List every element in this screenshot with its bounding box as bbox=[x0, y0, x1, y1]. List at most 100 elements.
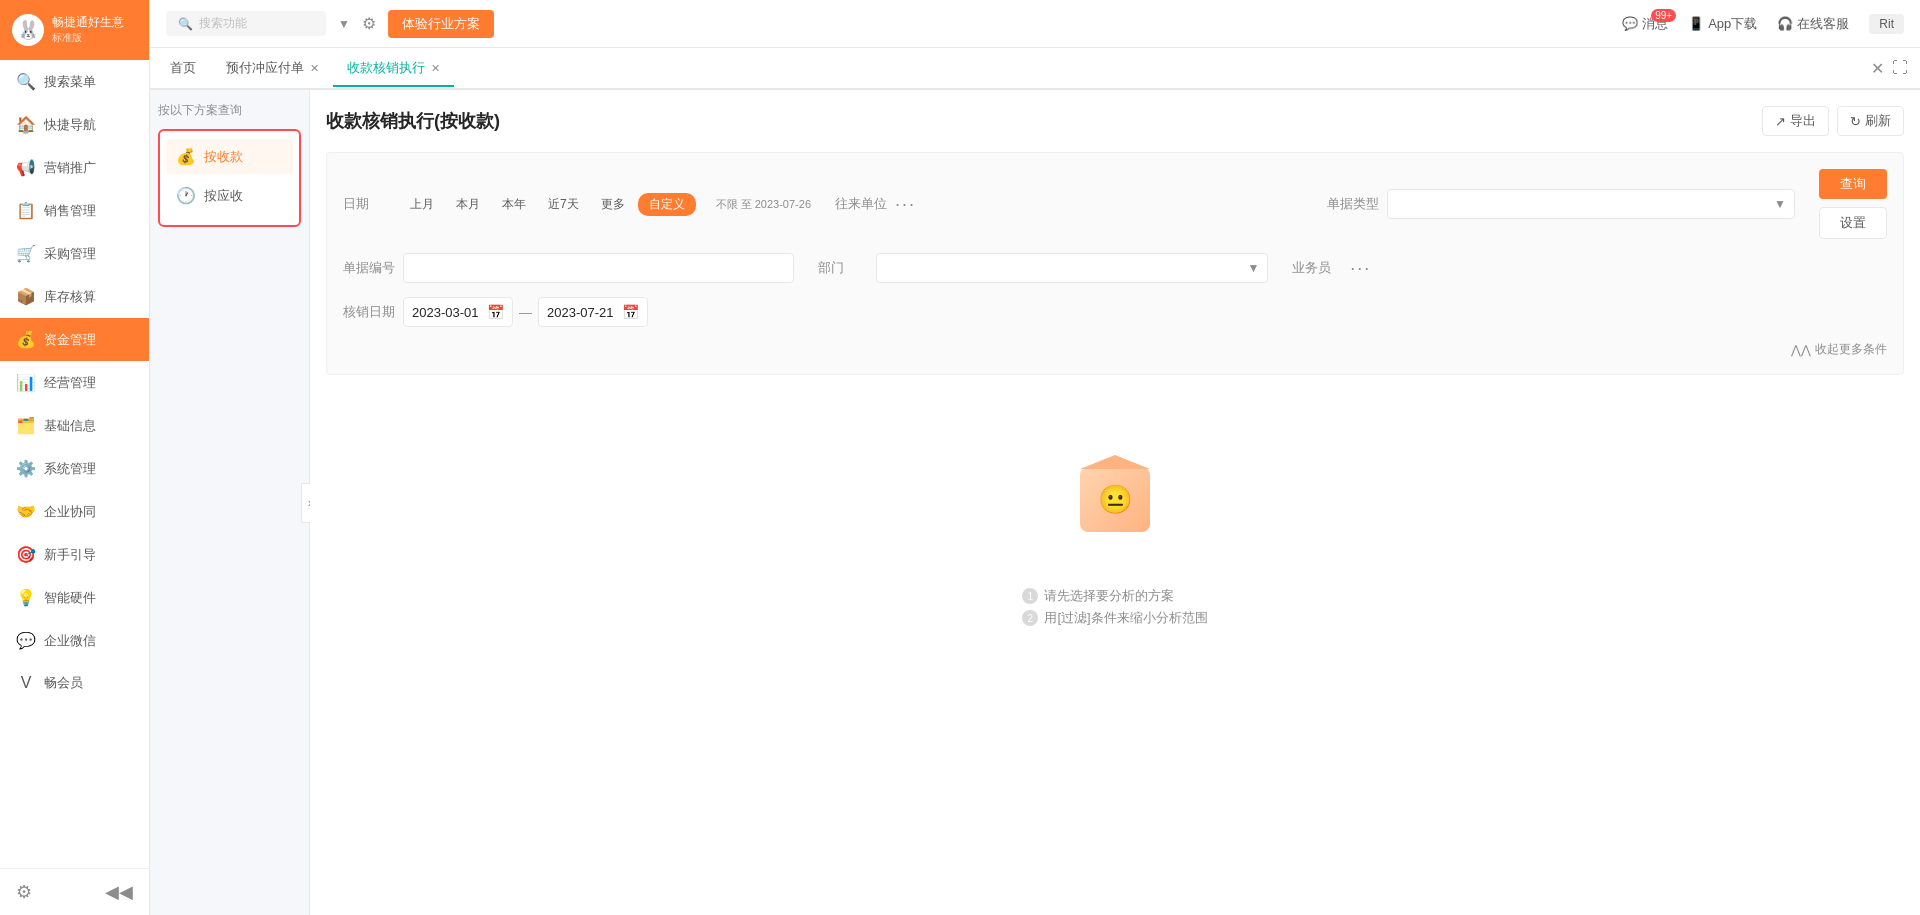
staff-dots[interactable]: ··· bbox=[1350, 258, 1371, 279]
close-tab-icon[interactable]: ✕ bbox=[1871, 59, 1884, 78]
staff-field: 业务员 ··· bbox=[1292, 258, 1743, 279]
query-button[interactable]: 查询 bbox=[1819, 169, 1887, 199]
page-header: 收款核销执行(按收款) ↗ 导出 ↻ 刷新 bbox=[326, 106, 1904, 136]
date-btn-this-year[interactable]: 本年 bbox=[493, 193, 535, 216]
sidebar-footer: ⚙ ◀◀ bbox=[0, 868, 149, 915]
sidebar-item-5[interactable]: 📦库存核算 bbox=[0, 275, 149, 318]
verify-date-range: 2023-03-01 📅 — 2023-07-21 📅 bbox=[403, 297, 648, 327]
nav-icon-11: 🎯 bbox=[16, 545, 36, 564]
verify-date-start-input[interactable]: 2023-03-01 📅 bbox=[403, 297, 513, 327]
refresh-button[interactable]: ↻ 刷新 bbox=[1837, 106, 1904, 136]
app-download-button[interactable]: 📱 App下载 bbox=[1688, 15, 1757, 33]
sidebar-item-4[interactable]: 🛒采购管理 bbox=[0, 232, 149, 275]
filter-option-by-receivable[interactable]: 🕐 按应收 bbox=[166, 178, 293, 213]
tab-prepay-close[interactable]: ✕ bbox=[310, 62, 319, 75]
empty-illustration: 😐 bbox=[1065, 467, 1165, 567]
nav-label-6: 资金管理 bbox=[44, 331, 96, 349]
bill-no-label: 单据编号 bbox=[343, 259, 395, 277]
nav-icon-12: 💡 bbox=[16, 588, 36, 607]
dept-select[interactable]: ▼ bbox=[876, 253, 1269, 283]
hint-text-2: 用[过滤]条件来缩小分析范围 bbox=[1044, 609, 1207, 627]
counterpart-field: 往来单位 ··· bbox=[835, 194, 1303, 215]
filter-row-1: 日期 上月 本月 本年 近7天 更多 自定义 不限 至 2023-07-26 bbox=[343, 169, 1887, 239]
sidebar-item-8[interactable]: 🗂️基础信息 bbox=[0, 404, 149, 447]
setting-button[interactable]: 设置 bbox=[1819, 207, 1887, 239]
empty-hint-2: 2 用[过滤]条件来缩小分析范围 bbox=[1022, 609, 1207, 627]
date-btn-more[interactable]: 更多 bbox=[592, 193, 634, 216]
message-button[interactable]: 💬 消息 99+ bbox=[1622, 15, 1668, 33]
bill-type-select[interactable]: ▼ bbox=[1387, 189, 1795, 219]
nav-label-1: 快捷导航 bbox=[44, 116, 96, 134]
expand-tab-icon[interactable]: ⛶ bbox=[1892, 59, 1908, 77]
solution-button[interactable]: 体验行业方案 bbox=[388, 10, 494, 38]
user-button[interactable]: Rit bbox=[1869, 14, 1904, 34]
verify-date-end-input[interactable]: 2023-07-21 📅 bbox=[538, 297, 648, 327]
receivable-option-icon: 🕐 bbox=[176, 186, 196, 205]
sidebar-item-3[interactable]: 📋销售管理 bbox=[0, 189, 149, 232]
export-button[interactable]: ↗ 导出 bbox=[1762, 106, 1829, 136]
app-download-label: App下载 bbox=[1708, 15, 1757, 33]
nav-label-3: 销售管理 bbox=[44, 202, 96, 220]
sidebar-item-9[interactable]: ⚙️系统管理 bbox=[0, 447, 149, 490]
filter-option-by-receipt[interactable]: 💰 按收款 bbox=[166, 139, 293, 174]
service-label: 在线客服 bbox=[1797, 15, 1849, 33]
nav-list: 🔍搜索菜单🏠快捷导航📢营销推广📋销售管理🛒采购管理📦库存核算💰资金管理📊经营管理… bbox=[0, 60, 149, 868]
sidebar-item-13[interactable]: 💬企业微信 bbox=[0, 619, 149, 662]
logo-icon: 🐰 bbox=[12, 14, 44, 46]
sidebar-item-2[interactable]: 📢营销推广 bbox=[0, 146, 149, 189]
filter-panel-title: 按以下方案查询 bbox=[158, 102, 301, 119]
sidebar-item-11[interactable]: 🎯新手引导 bbox=[0, 533, 149, 576]
top-search[interactable]: 🔍 搜索功能 bbox=[166, 11, 326, 36]
sidebar-item-10[interactable]: 🤝企业协同 bbox=[0, 490, 149, 533]
settings-icon[interactable]: ⚙ bbox=[16, 881, 32, 903]
date-btn-custom[interactable]: 自定义 bbox=[638, 193, 696, 216]
receipt-option-icon: 💰 bbox=[176, 147, 196, 166]
nav-label-14: 畅会员 bbox=[44, 674, 83, 692]
app-name: 畅捷通好生意 bbox=[52, 15, 124, 31]
counterpart-dots[interactable]: ··· bbox=[895, 194, 916, 215]
collapse-up-icon: ⋀⋀ bbox=[1791, 343, 1811, 357]
phone-icon: 📱 bbox=[1688, 16, 1704, 31]
date-field: 日期 上月 本月 本年 近7天 更多 自定义 不限 至 2023-07-26 bbox=[343, 193, 811, 216]
message-icon: 💬 bbox=[1622, 16, 1638, 31]
gear-icon[interactable]: ⚙ bbox=[362, 14, 376, 33]
search-placeholder: 搜索功能 bbox=[199, 15, 247, 32]
sidebar: 🐰 畅捷通好生意 标准版 🔍搜索菜单🏠快捷导航📢营销推广📋销售管理🛒采购管理📦库… bbox=[0, 0, 150, 915]
verify-end-value: 2023-07-21 bbox=[547, 305, 614, 320]
sidebar-item-0[interactable]: 🔍搜索菜单 bbox=[0, 60, 149, 103]
collapse-more-button[interactable]: ⋀⋀ 收起更多条件 bbox=[343, 341, 1887, 358]
sidebar-item-12[interactable]: 💡智能硬件 bbox=[0, 576, 149, 619]
verify-start-value: 2023-03-01 bbox=[412, 305, 479, 320]
collapse-more-label: 收起更多条件 bbox=[1815, 341, 1887, 358]
nav-icon-8: 🗂️ bbox=[16, 416, 36, 435]
logo-text-block: 畅捷通好生意 标准版 bbox=[52, 15, 124, 45]
empty-box-shape: 😐 bbox=[1080, 467, 1150, 532]
date-btn-this-month[interactable]: 本月 bbox=[447, 193, 489, 216]
page-title: 收款核销执行(按收款) bbox=[326, 109, 500, 133]
empty-text-block: 1 请先选择要分析的方案 2 用[过滤]条件来缩小分析范围 bbox=[1022, 587, 1207, 631]
bill-no-input[interactable] bbox=[403, 253, 794, 283]
tab-home[interactable]: 首页 bbox=[154, 51, 212, 87]
refresh-label: 刷新 bbox=[1865, 112, 1891, 130]
verify-date-label: 核销日期 bbox=[343, 303, 395, 321]
nav-icon-14: V bbox=[16, 674, 36, 692]
main-content: 收款核销执行(按收款) ↗ 导出 ↻ 刷新 日期 bbox=[310, 90, 1920, 915]
tab-receipt-close[interactable]: ✕ bbox=[431, 62, 440, 75]
tabbar-actions: ✕ ⛶ bbox=[1871, 59, 1916, 78]
tabbar: 首页 预付冲应付单 ✕ 收款核销执行 ✕ ✕ ⛶ bbox=[150, 48, 1920, 90]
sidebar-item-1[interactable]: 🏠快捷导航 bbox=[0, 103, 149, 146]
date-btn-7days[interactable]: 近7天 bbox=[539, 193, 588, 216]
date-btn-last-month[interactable]: 上月 bbox=[401, 193, 443, 216]
online-service-button[interactable]: 🎧 在线客服 bbox=[1777, 15, 1849, 33]
cal-end-icon: 📅 bbox=[622, 304, 639, 320]
tab-receipt[interactable]: 收款核销执行 ✕ bbox=[333, 51, 454, 87]
bill-type-field: 单据类型 ▼ bbox=[1327, 189, 1795, 219]
tab-prepay[interactable]: 预付冲应付单 ✕ bbox=[212, 51, 333, 87]
nav-label-0: 搜索菜单 bbox=[44, 73, 96, 91]
sidebar-item-6[interactable]: 💰资金管理 bbox=[0, 318, 149, 361]
sidebar-item-7[interactable]: 📊经营管理 bbox=[0, 361, 149, 404]
sidebar-item-14[interactable]: V 畅会员 bbox=[0, 662, 149, 704]
collapse-sidebar-icon[interactable]: ◀◀ bbox=[105, 881, 133, 903]
nav-icon-7: 📊 bbox=[16, 373, 36, 392]
dropdown-arrow-icon[interactable]: ▼ bbox=[338, 17, 350, 31]
